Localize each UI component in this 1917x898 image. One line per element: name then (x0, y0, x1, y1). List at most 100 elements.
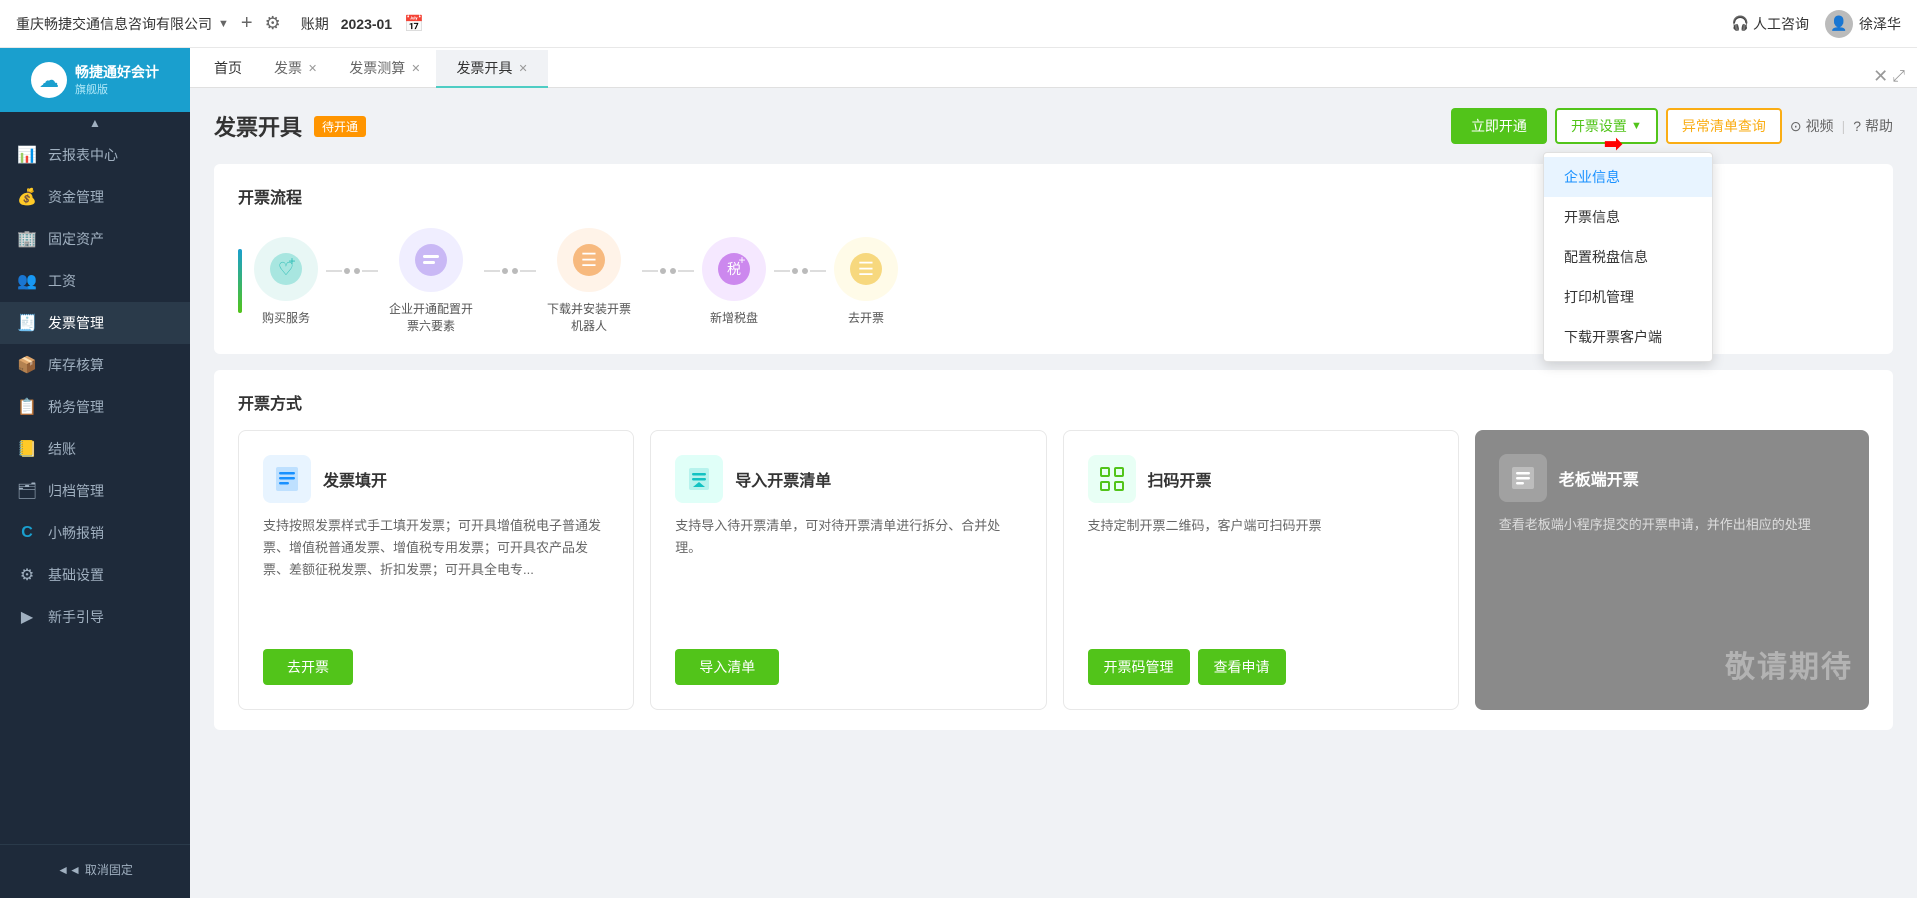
step5-icon: ☰ (834, 237, 898, 301)
tab-label: 首页 (214, 58, 242, 78)
step5-label: 去开票 (848, 309, 884, 326)
sidebar-item-xinshouyindao[interactable]: ▶ 新手引导 (0, 596, 190, 638)
settings-dropdown: ➡ 企业信息 开票信息 配置税盘信息 打印机管理 (1543, 152, 1713, 362)
tab-label: 发票 (274, 58, 302, 78)
people-icon: 👥 (16, 271, 38, 291)
sidebar-nav: 📊 云报表中心 💰 资金管理 🏢 固定资产 👥 工资 🧾 发票管理 📦 (0, 134, 190, 844)
add-company-button[interactable]: + (241, 12, 253, 35)
tab-close-icon[interactable]: ✕ (411, 62, 420, 75)
sidebar-item-label: 结账 (48, 439, 76, 459)
fill-title: 发票填开 (323, 467, 387, 491)
help-label: 帮助 (1865, 116, 1893, 136)
tab-fapiao-cesuan[interactable]: 发票测算 ✕ (333, 50, 436, 88)
step3-label: 下载并安装开票机器人 (544, 300, 634, 334)
sidebar-item-label: 工资 (48, 271, 76, 291)
flow-step-2: 企业开通配置开票六要素 (386, 228, 476, 334)
tab-close-icon[interactable]: ✕ (308, 62, 317, 75)
sidebar-item-gongzi[interactable]: 👥 工资 (0, 260, 190, 302)
scan-desc: 支持定制开票二维码，客户端可扫码开票 (1088, 515, 1434, 637)
import-button[interactable]: 导入清单 (675, 649, 779, 685)
connector (774, 268, 826, 274)
tab-fapiao-kaiju[interactable]: 发票开具 ✕ (436, 50, 547, 88)
chevron-down-icon: ▼ (1631, 120, 1642, 132)
company-name: 重庆畅捷交通信息咨询有限公司 (16, 14, 212, 34)
step1-label: 购买服务 (262, 309, 310, 326)
expand-window-button[interactable]: ⤢ (1892, 68, 1905, 86)
overlay-text: 敬请期待 (1725, 642, 1853, 686)
sidebar: ☁ 畅捷通好会计 旗舰版 ▲ 📊 云报表中心 💰 资金管理 🏢 固定资产 (0, 48, 190, 898)
step4-icon: 税+ (702, 237, 766, 301)
flow-vbar (238, 249, 242, 313)
svg-text:+: + (288, 254, 295, 268)
abnormal-list-button[interactable]: 异常清单查询 (1666, 108, 1782, 144)
flow-step-1: ♡+ 购买服务 (254, 237, 318, 326)
chart-icon: 📊 (16, 145, 38, 165)
gear-icon: ⚙ (16, 565, 38, 585)
method-cards: 发票填开 支持按照发票样式手工填开发票；可开具增值税电子普通发票、增值税普通发票… (238, 430, 1869, 710)
sidebar-item-gudingzichan[interactable]: 🏢 固定资产 (0, 218, 190, 260)
play-icon: ▶ (16, 607, 38, 627)
headset-icon: 🎧 (1732, 15, 1749, 32)
video-button[interactable]: ⊙ 视频 (1790, 116, 1834, 136)
sidebar-item-jiezhang[interactable]: 📒 结账 (0, 428, 190, 470)
sidebar-item-zijin[interactable]: 💰 资金管理 (0, 176, 190, 218)
dropdown-item-peizhi[interactable]: 配置税盘信息 (1544, 237, 1712, 277)
c-icon: C (16, 524, 38, 542)
flow-step-3: ☰ 下载并安装开票机器人 (544, 228, 634, 334)
sidebar-item-kucun[interactable]: 📦 库存核算 (0, 344, 190, 386)
sidebar-item-fapiao[interactable]: 🧾 发票管理 (0, 302, 190, 344)
video-label: 视频 (1806, 116, 1834, 136)
step2-icon (399, 228, 463, 292)
import-desc: 支持导入待开票清单，可对待开票清单进行拆分、合并处理。 (675, 515, 1021, 637)
customer-service-label: 人工咨询 (1753, 14, 1809, 34)
company-selector[interactable]: 重庆畅捷交通信息咨询有限公司 ▼ (16, 14, 229, 34)
user-info[interactable]: 👤 徐泽华 (1825, 10, 1901, 38)
sidebar-item-shuiwu[interactable]: 📋 税务管理 (0, 386, 190, 428)
box-icon: 📦 (16, 355, 38, 375)
sidebar-item-label: 基础设置 (48, 565, 104, 585)
fill-go-button[interactable]: 去开票 (263, 649, 353, 685)
sidebar-item-jichushezhi[interactable]: ⚙ 基础设置 (0, 554, 190, 596)
dropdown-item-qiyexinxi[interactable]: 企业信息 (1544, 157, 1712, 197)
building-icon: 🏢 (16, 229, 38, 249)
sidebar-scroll-up[interactable]: ▲ (0, 112, 190, 134)
status-badge: 待开通 (314, 116, 366, 137)
scan-qr-manage-button[interactable]: 开票码管理 (1088, 649, 1190, 685)
method-card-fill: 发票填开 支持按照发票样式手工填开发票；可开具增值税电子普通发票、增值税普通发票… (238, 430, 634, 710)
svg-text:☰: ☰ (858, 259, 874, 279)
sidebar-item-label: 归档管理 (48, 481, 104, 501)
sidebar-item-xiaochangbaoxiao[interactable]: C 小畅报销 (0, 512, 190, 554)
activate-button[interactable]: 立即开通 (1451, 108, 1547, 144)
sidebar-item-label: 资金管理 (48, 187, 104, 207)
archive-icon: 🗂 (16, 481, 38, 501)
close-window-button[interactable]: ✕ (1873, 66, 1888, 87)
chevron-down-icon: ▼ (218, 18, 229, 30)
tab-close-icon[interactable]: ✕ (518, 62, 527, 75)
calendar-icon[interactable]: 📅 (404, 14, 424, 34)
method-card-scan: 扫码开票 支持定制开票二维码，客户端可扫码开票 开票码管理 查看申请 (1063, 430, 1459, 710)
tab-label: 发票测算 (349, 58, 405, 78)
avatar: 👤 (1825, 10, 1853, 38)
help-button[interactable]: ? 帮助 (1853, 116, 1893, 136)
sidebar-item-yunbao[interactable]: 📊 云报表中心 (0, 134, 190, 176)
dropdown-item-kaipiaoxinxi[interactable]: 开票信息 (1544, 197, 1712, 237)
receipt-icon: 🧾 (16, 313, 38, 333)
scan-view-application-button[interactable]: 查看申请 (1198, 649, 1286, 685)
sidebar-item-label: 库存核算 (48, 355, 104, 375)
customer-service-button[interactable]: 🎧 人工咨询 (1732, 14, 1809, 34)
boss-title: 老板端开票 (1559, 466, 1639, 490)
tab-fapiao[interactable]: 发票 ✕ (258, 50, 333, 88)
dropdown-item-dayinji[interactable]: 打印机管理 (1544, 277, 1712, 317)
tab-bar: 首页 发票 ✕ 发票测算 ✕ 发票开具 ✕ ✕ ⤢ (190, 48, 1917, 88)
tab-home[interactable]: 首页 (198, 50, 258, 88)
sidebar-item-guidang[interactable]: 🗂 归档管理 (0, 470, 190, 512)
dropdown-item-xiazai[interactable]: 下载开票客户端 (1544, 317, 1712, 357)
boss-icon (1499, 454, 1547, 502)
svg-text:☰: ☰ (581, 250, 597, 270)
cancel-pin-label: 取消固定 (85, 861, 133, 878)
cancel-pin-button[interactable]: ◄◄ 取消固定 (0, 853, 190, 886)
page-title: 发票开具 (214, 110, 302, 142)
connector (642, 268, 694, 274)
method-card-import: 导入开票清单 支持导入待开票清单，可对待开票清单进行拆分、合并处理。 导入清单 (650, 430, 1046, 710)
settings-icon[interactable]: ⚙ (265, 13, 281, 34)
